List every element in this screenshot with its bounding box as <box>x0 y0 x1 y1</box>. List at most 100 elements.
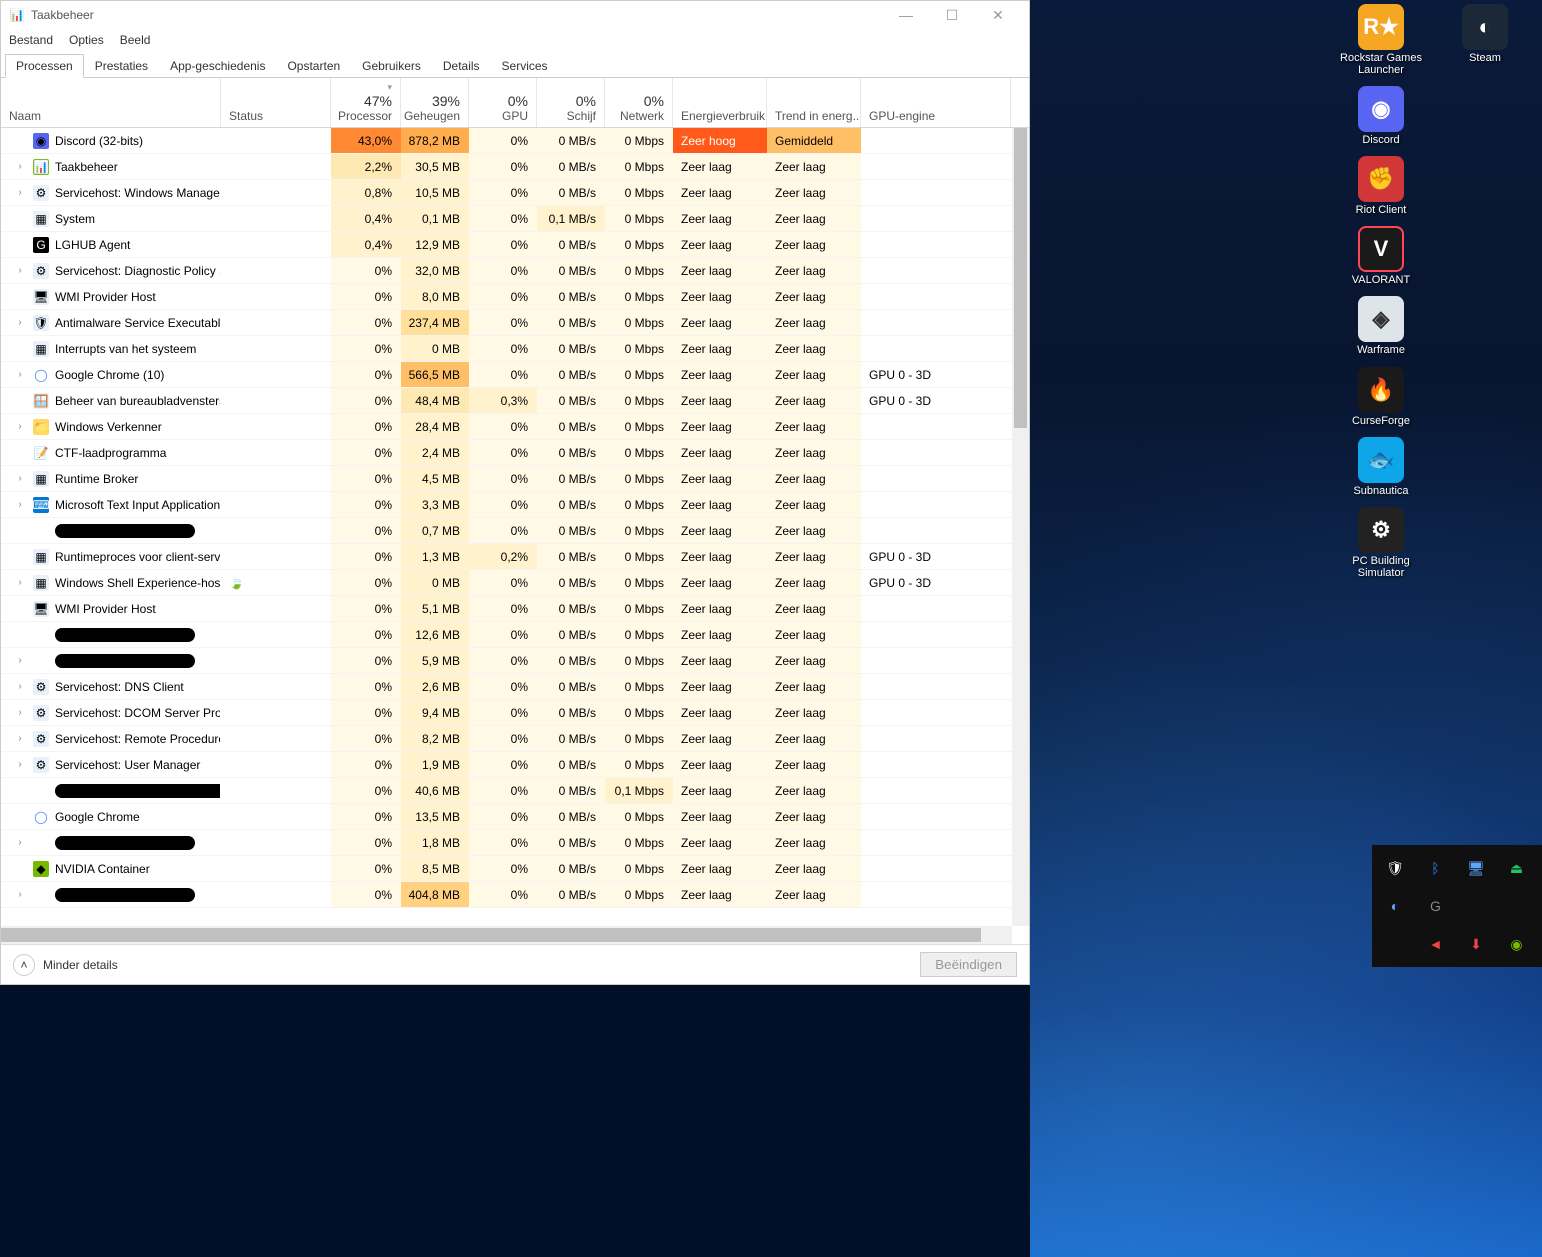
close-button[interactable]: ✕ <box>975 1 1021 29</box>
expand-icon[interactable]: › <box>13 759 27 770</box>
menu-file[interactable]: Bestand <box>9 33 53 47</box>
table-row[interactable]: 🖥WMI Provider Host0%5,1 MB0%0 MB/s0 Mbps… <box>1 596 1029 622</box>
table-row[interactable]: ◆NVIDIA Container0%8,5 MB0%0 MB/s0 MbpsZ… <box>1 856 1029 882</box>
desktop-shortcut[interactable]: VVALORANT <box>1338 226 1424 286</box>
table-row[interactable]: ◯Google Chrome0%13,5 MB0%0 MB/s0 MbpsZee… <box>1 804 1029 830</box>
expand-icon[interactable]: › <box>13 187 27 198</box>
table-row[interactable]: ›⚙Servicehost: User Manager0%1,9 MB0%0 M… <box>1 752 1029 778</box>
table-row[interactable]: ›▦Runtime Broker0%4,5 MB0%0 MB/s0 MbpsZe… <box>1 466 1029 492</box>
tab-app-geschiedenis[interactable]: App-geschiedenis <box>159 54 276 78</box>
eject-icon[interactable]: ⏏ <box>1500 851 1534 885</box>
logitech-icon[interactable]: G <box>1419 889 1453 923</box>
table-row[interactable]: ›⚙Servicehost: DCOM Server Proc...0%9,4 … <box>1 700 1029 726</box>
expand-icon[interactable]: › <box>13 317 27 328</box>
table-row[interactable]: GLGHUB Agent0,4%12,9 MB0%0 MB/s0 MbpsZee… <box>1 232 1029 258</box>
table-row[interactable]: ›📁Windows Verkenner0%28,4 MB0%0 MB/s0 Mb… <box>1 414 1029 440</box>
table-row[interactable]: ›⌨Microsoft Text Input Application0%3,3 … <box>1 492 1029 518</box>
audio-icon[interactable]: ◄ <box>1419 927 1453 961</box>
table-row[interactable]: 0%40,6 MB0%0 MB/s0,1 MbpsZeer laagZeer l… <box>1 778 1029 804</box>
col-energy[interactable]: Energieverbruik <box>673 78 767 127</box>
table-row[interactable]: 📝CTF-laadprogramma0%2,4 MB0%0 MB/s0 Mbps… <box>1 440 1029 466</box>
table-row[interactable]: ›⚙Servicehost: Windows Manage...0,8%10,5… <box>1 180 1029 206</box>
desktop-shortcut[interactable]: 🔥CurseForge <box>1338 367 1424 427</box>
table-row[interactable]: ◉Discord (32-bits)43,0%878,2 MB0%0 MB/s0… <box>1 128 1029 154</box>
col-gpu[interactable]: 0%GPU <box>469 78 537 127</box>
expand-icon[interactable]: › <box>13 161 27 172</box>
monitor-icon[interactable]: 🖥 <box>1459 851 1493 885</box>
tab-processen[interactable]: Processen <box>5 54 84 78</box>
expand-icon[interactable]: › <box>13 421 27 432</box>
table-row[interactable]: ▦Interrupts van het systeem0%0 MB0%0 MB/… <box>1 336 1029 362</box>
table-row[interactable]: ▦System0,4%0,1 MB0%0,1 MB/s0 MbpsZeer la… <box>1 206 1029 232</box>
table-row[interactable]: ›◯Google Chrome (10)0%566,5 MB0%0 MB/s0 … <box>1 362 1029 388</box>
security-icon[interactable]: 🛡 <box>1378 851 1412 885</box>
shortcut-label: VALORANT <box>1352 274 1410 286</box>
expand-icon[interactable]: › <box>13 733 27 744</box>
fewer-details-button[interactable]: ˄ Minder details <box>13 954 118 976</box>
minimize-button[interactable]: — <box>883 1 929 29</box>
scrollbar-thumb[interactable] <box>1 928 981 942</box>
desktop-shortcut[interactable]: ◉Discord <box>1338 86 1424 146</box>
desktop-background[interactable]: R★Rockstar Games Launcher ◉Discord ✊Riot C… <box>1030 0 1542 1257</box>
expand-icon[interactable]: › <box>13 655 27 666</box>
maximize-button[interactable]: ☐ <box>929 1 975 29</box>
table-row[interactable]: ›⚙Servicehost: Diagnostic Policy S...0%3… <box>1 258 1029 284</box>
redacted-icon[interactable] <box>1459 889 1493 923</box>
table-row[interactable]: 0%12,6 MB0%0 MB/s0 MbpsZeer laagZeer laa… <box>1 622 1029 648</box>
expand-icon[interactable]: › <box>13 577 27 588</box>
expand-icon[interactable]: › <box>13 681 27 692</box>
table-row[interactable]: 0%0,7 MB0%0 MB/s0 MbpsZeer laagZeer laag <box>1 518 1029 544</box>
table-row[interactable]: ›🛡Antimalware Service Executable0%237,4 … <box>1 310 1029 336</box>
table-row[interactable]: ›⚙Servicehost: Remote Procedure ...0%8,2… <box>1 726 1029 752</box>
redacted-icon[interactable] <box>1500 889 1534 923</box>
tab-details[interactable]: Details <box>432 54 491 78</box>
table-row[interactable]: ▦Runtimeproces voor client-server0%1,3 M… <box>1 544 1029 570</box>
expand-icon[interactable]: › <box>13 265 27 276</box>
download-icon[interactable]: ⬇ <box>1459 927 1493 961</box>
tab-opstarten[interactable]: Opstarten <box>276 54 351 78</box>
scrollbar-vertical[interactable] <box>1012 128 1029 926</box>
table-row[interactable]: ›0%5,9 MB0%0 MB/s0 MbpsZeer laagZeer laa… <box>1 648 1029 674</box>
expand-icon[interactable]: › <box>13 837 27 848</box>
col-engine[interactable]: GPU-engine <box>861 78 1011 127</box>
menu-view[interactable]: Beeld <box>120 33 151 47</box>
menu-options[interactable]: Opties <box>69 33 104 47</box>
desktop-shortcut[interactable]: ◈Warframe <box>1338 296 1424 356</box>
bluetooth-icon[interactable]: ᛒ <box>1419 851 1453 885</box>
expand-icon[interactable]: › <box>13 889 27 900</box>
expand-icon[interactable]: › <box>13 473 27 484</box>
col-cpu[interactable]: ▾ 47% Processor <box>331 78 401 127</box>
col-status[interactable]: Status <box>221 78 331 127</box>
tab-prestaties[interactable]: Prestaties <box>84 54 159 78</box>
col-mem[interactable]: 39%Geheugen <box>401 78 469 127</box>
col-name[interactable]: Naam <box>1 78 221 127</box>
titlebar[interactable]: 📊 Taakbeheer — ☐ ✕ <box>1 1 1029 29</box>
col-net[interactable]: 0%Netwerk <box>605 78 673 127</box>
nvidia-icon[interactable]: ◉ <box>1500 927 1534 961</box>
col-disk[interactable]: 0%Schijf <box>537 78 605 127</box>
scrollbar-horizontal[interactable] <box>1 926 1012 944</box>
scrollbar-thumb[interactable] <box>1014 128 1027 428</box>
col-trend[interactable]: Trend in energ... <box>767 78 861 127</box>
tab-services[interactable]: Services <box>491 54 559 78</box>
table-row[interactable]: ›📊Taakbeheer2,2%30,5 MB0%0 MB/s0 MbpsZee… <box>1 154 1029 180</box>
expand-icon[interactable]: › <box>13 499 27 510</box>
process-name: Discord (32-bits) <box>55 134 143 148</box>
tab-gebruikers[interactable]: Gebruikers <box>351 54 432 78</box>
desktop-shortcut[interactable]: 🐟Subnautica <box>1338 437 1424 497</box>
table-row[interactable]: 🪟Beheer van bureaubladvensters0%48,4 MB0… <box>1 388 1029 414</box>
app1-icon[interactable]: ◐ <box>1378 889 1412 923</box>
desktop-shortcut[interactable]: ◐Steam <box>1442 4 1528 64</box>
desktop-shortcut[interactable]: R★Rockstar Games Launcher <box>1338 4 1424 76</box>
expand-icon[interactable]: › <box>13 707 27 718</box>
table-row[interactable]: ›0%404,8 MB0%0 MB/s0 MbpsZeer laagZeer l… <box>1 882 1029 908</box>
desktop-shortcut[interactable]: ⚙PC Building Simulator <box>1338 507 1424 579</box>
table-row[interactable]: ›0%1,8 MB0%0 MB/s0 MbpsZeer laagZeer laa… <box>1 830 1029 856</box>
table-row[interactable]: ›▦Windows Shell Experience-host🍃0%0 MB0%… <box>1 570 1029 596</box>
desktop-shortcut[interactable]: ✊Riot Client <box>1338 156 1424 216</box>
expand-icon[interactable]: › <box>13 369 27 380</box>
end-task-button[interactable]: Beëindigen <box>920 952 1017 977</box>
redacted-icon[interactable] <box>1378 927 1412 961</box>
table-row[interactable]: ›⚙Servicehost: DNS Client0%2,6 MB0%0 MB/… <box>1 674 1029 700</box>
table-row[interactable]: 🖥WMI Provider Host0%8,0 MB0%0 MB/s0 Mbps… <box>1 284 1029 310</box>
